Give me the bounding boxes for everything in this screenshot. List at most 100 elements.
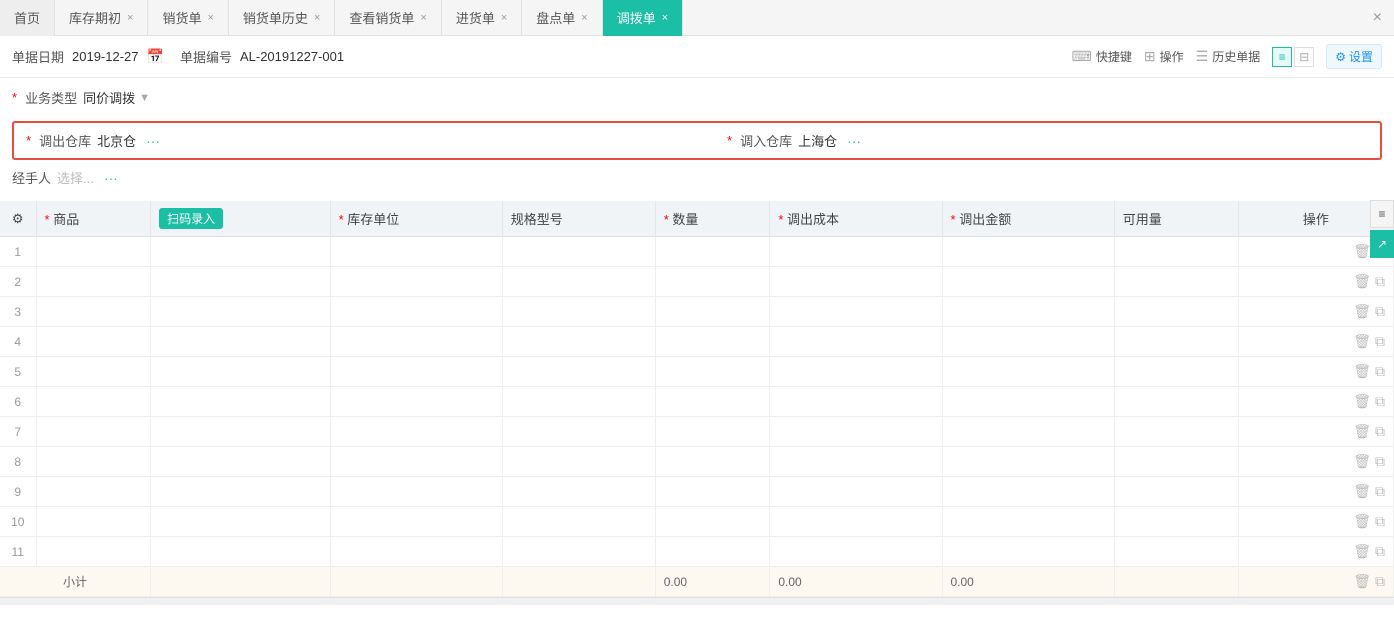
history-docs-btn[interactable]: ☰ 历史单据 (1196, 48, 1261, 65)
delete-icon-8[interactable]: 🗑 (1353, 453, 1371, 470)
row-spec-11[interactable] (502, 537, 655, 567)
delete-icon-10[interactable]: 🗑 (1353, 513, 1371, 530)
row-spec-9[interactable] (502, 477, 655, 507)
row-quantity-3[interactable] (655, 297, 770, 327)
settings-button[interactable]: ⚙ 设置 (1326, 44, 1382, 69)
row-product-6[interactable] (36, 387, 151, 417)
row-unit-7[interactable] (330, 417, 502, 447)
delete-icon-3[interactable]: 🗑 (1353, 303, 1371, 320)
copy-icon-6[interactable]: ⧉ (1375, 393, 1385, 410)
delete-icon-9[interactable]: 🗑 (1353, 483, 1371, 500)
quick-keys-btn[interactable]: ⌨ 快捷键 (1072, 48, 1132, 65)
row-product-11[interactable] (36, 537, 151, 567)
row-spec-3[interactable] (502, 297, 655, 327)
row-quantity-9[interactable] (655, 477, 770, 507)
row-cost-3[interactable] (770, 297, 942, 327)
row-amount-4[interactable] (942, 327, 1114, 357)
tab-view-sales[interactable]: 查看销货单 × (335, 0, 441, 36)
tab-close-sales[interactable]: × (207, 12, 213, 24)
tab-close-view-sales[interactable]: × (420, 12, 426, 24)
row-spec-10[interactable] (502, 507, 655, 537)
copy-icon-9[interactable]: ⧉ (1375, 483, 1385, 500)
tab-sales-order[interactable]: 销货单 × (148, 0, 228, 36)
row-cost-7[interactable] (770, 417, 942, 447)
tab-home[interactable]: 首页 (0, 0, 55, 36)
row-quantity-7[interactable] (655, 417, 770, 447)
row-cost-1[interactable] (770, 237, 942, 267)
row-unit-1[interactable] (330, 237, 502, 267)
copy-icon-10[interactable]: ⧉ (1375, 513, 1385, 530)
row-spec-1[interactable] (502, 237, 655, 267)
layout-list-btn[interactable]: ≡ (1272, 47, 1292, 67)
tab-purchase[interactable]: 进货单 × (442, 0, 522, 36)
row-amount-6[interactable] (942, 387, 1114, 417)
row-cost-9[interactable] (770, 477, 942, 507)
window-close-button[interactable]: × (1361, 0, 1394, 36)
business-type-select[interactable]: 同价调拨 ▼ (83, 88, 203, 107)
scan-entry-button[interactable]: 扫码录入 (159, 208, 223, 229)
row-product-4[interactable] (36, 327, 151, 357)
tab-inventory-init[interactable]: 库存期初 × (55, 0, 148, 36)
row-spec-6[interactable] (502, 387, 655, 417)
transfer-out-more-btn[interactable]: ··· (146, 133, 160, 149)
row-unit-8[interactable] (330, 447, 502, 477)
tab-close-purchase[interactable]: × (501, 12, 507, 24)
subtotal-copy-icon[interactable]: ⧉ (1375, 573, 1385, 590)
row-product-7[interactable] (36, 417, 151, 447)
calendar-icon[interactable]: 📅 (147, 48, 164, 65)
row-amount-11[interactable] (942, 537, 1114, 567)
manager-placeholder[interactable]: 选择... (57, 168, 94, 187)
row-cost-2[interactable] (770, 267, 942, 297)
row-unit-3[interactable] (330, 297, 502, 327)
copy-icon-7[interactable]: ⧉ (1375, 423, 1385, 440)
tab-stocktake[interactable]: 盘点单 × (522, 0, 602, 36)
row-unit-2[interactable] (330, 267, 502, 297)
row-cost-8[interactable] (770, 447, 942, 477)
row-cost-6[interactable] (770, 387, 942, 417)
row-amount-2[interactable] (942, 267, 1114, 297)
transfer-in-more-btn[interactable]: ··· (847, 133, 861, 149)
row-amount-10[interactable] (942, 507, 1114, 537)
row-spec-8[interactable] (502, 447, 655, 477)
delete-icon-11[interactable]: 🗑 (1353, 543, 1371, 560)
row-spec-2[interactable] (502, 267, 655, 297)
tab-close-stocktake[interactable]: × (581, 12, 587, 24)
row-quantity-11[interactable] (655, 537, 770, 567)
delete-icon-4[interactable]: 🗑 (1353, 333, 1371, 350)
row-spec-4[interactable] (502, 327, 655, 357)
dropdown-arrow-icon[interactable]: ▼ (139, 92, 150, 104)
copy-icon-5[interactable]: ⧉ (1375, 363, 1385, 380)
tab-close-inventory[interactable]: × (127, 12, 133, 24)
subtotal-delete-icon[interactable]: 🗑 (1353, 573, 1371, 590)
row-amount-8[interactable] (942, 447, 1114, 477)
row-unit-6[interactable] (330, 387, 502, 417)
operations-btn[interactable]: ⊞ 操作 (1144, 48, 1184, 65)
row-quantity-10[interactable] (655, 507, 770, 537)
float-export-btn[interactable]: ↗ (1370, 230, 1394, 258)
tab-close-sales-history[interactable]: × (314, 12, 320, 24)
row-product-5[interactable] (36, 357, 151, 387)
copy-icon-11[interactable]: ⧉ (1375, 543, 1385, 560)
row-unit-5[interactable] (330, 357, 502, 387)
row-product-10[interactable] (36, 507, 151, 537)
row-unit-9[interactable] (330, 477, 502, 507)
delete-icon-1[interactable]: 🗑 (1353, 243, 1371, 260)
tab-sales-history[interactable]: 销货单历史 × (229, 0, 335, 36)
float-list-btn[interactable]: ≡ (1370, 200, 1394, 228)
row-product-3[interactable] (36, 297, 151, 327)
copy-icon-8[interactable]: ⧉ (1375, 453, 1385, 470)
row-amount-1[interactable] (942, 237, 1114, 267)
copy-icon-4[interactable]: ⧉ (1375, 333, 1385, 350)
row-spec-7[interactable] (502, 417, 655, 447)
delete-icon-5[interactable]: 🗑 (1353, 363, 1371, 380)
tab-transfer[interactable]: 调拨单 × (603, 0, 683, 36)
layout-grid-btn[interactable]: ⊟ (1294, 47, 1314, 67)
row-quantity-8[interactable] (655, 447, 770, 477)
delete-icon-7[interactable]: 🗑 (1353, 423, 1371, 440)
row-product-1[interactable] (36, 237, 151, 267)
tab-close-transfer[interactable]: × (662, 12, 668, 24)
row-quantity-1[interactable] (655, 237, 770, 267)
row-quantity-6[interactable] (655, 387, 770, 417)
row-cost-4[interactable] (770, 327, 942, 357)
row-unit-4[interactable] (330, 327, 502, 357)
